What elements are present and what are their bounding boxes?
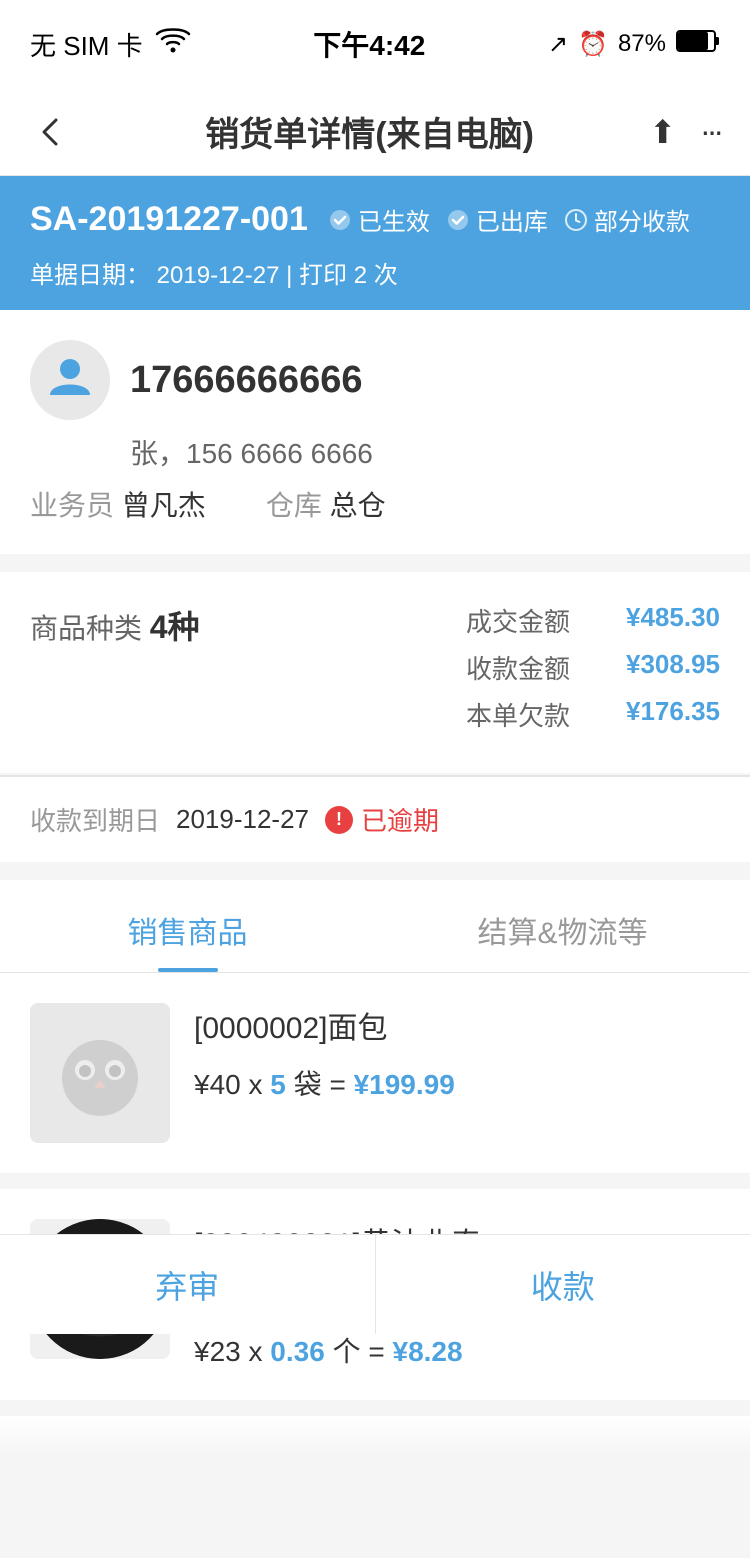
category-count: 4种 bbox=[150, 609, 200, 645]
summary-left: 商品种类 4种 bbox=[30, 602, 200, 648]
bottom-bar: 弃审 收款 bbox=[0, 1234, 750, 1334]
status-partial-payment: 部分收款 bbox=[564, 202, 690, 237]
debt-amount-row: 本单欠款 ¥176.35 bbox=[466, 696, 720, 733]
product-qty-2: 0.36 bbox=[270, 1336, 325, 1367]
product-item-partial bbox=[0, 1416, 750, 1456]
product-info-1: [0000002]面包 ¥40 x 5 袋 = ¥199.99 bbox=[194, 1003, 720, 1103]
status-bar-left: 无 SIM 卡 bbox=[30, 26, 191, 63]
back-button[interactable] bbox=[30, 112, 90, 152]
product-price-1: ¥40 x 5 袋 = ¥199.99 bbox=[194, 1063, 720, 1103]
customer-detail-row: 业务员 曾凡杰 仓库 总仓 bbox=[30, 484, 720, 524]
divider bbox=[0, 556, 750, 572]
time-display: 下午4:42 bbox=[313, 24, 425, 64]
status-effective: 已生效 bbox=[328, 202, 430, 237]
nav-bar: 销货单详情(来自电脑) ⬆ ··· bbox=[0, 88, 750, 176]
nav-actions: ⬆ ··· bbox=[649, 113, 720, 151]
status-bar-right: ↗ ⏰ 87% bbox=[548, 30, 720, 59]
section-divider bbox=[0, 864, 750, 880]
svg-text:羊+: 羊+ bbox=[92, 1098, 108, 1111]
products-list: 羊+ [0000002]面包 ¥40 x 5 袋 = ¥199.99 bbox=[0, 973, 750, 1456]
page-title: 销货单详情(来自电脑) bbox=[205, 107, 534, 156]
receipt-amount: ¥308.95 bbox=[600, 649, 720, 686]
sim-status: 无 SIM 卡 bbox=[30, 26, 143, 63]
tab-settlement-logistics[interactable]: 结算&物流等 bbox=[375, 880, 750, 972]
share-icon[interactable]: ⬆ bbox=[649, 113, 676, 151]
order-number: SA-20191227-001 bbox=[30, 200, 308, 239]
spacer-bottom bbox=[0, 1458, 750, 1558]
battery-icon bbox=[676, 30, 720, 59]
product-thumb-1: 羊+ bbox=[30, 1003, 170, 1143]
deal-amount: ¥485.30 bbox=[600, 602, 720, 639]
overdue-text: 已逾期 bbox=[361, 801, 439, 838]
status-tags: 已生效 已出库 部分收款 bbox=[328, 202, 690, 237]
customer-section: 17666666666 张，156 6666 6666 业务员 曾凡杰 仓库 总… bbox=[0, 310, 750, 554]
overdue-badge: ! 已逾期 bbox=[325, 801, 439, 838]
customer-id: 17666666666 bbox=[130, 359, 362, 402]
reject-button[interactable]: 弃审 bbox=[0, 1235, 376, 1334]
location-icon: ↗ bbox=[548, 30, 568, 59]
product-price-2: ¥23 x 0.36 个 = ¥8.28 bbox=[194, 1330, 720, 1370]
order-header: SA-20191227-001 已生效 已出库 部分收款 单据日期： 2019-… bbox=[0, 176, 750, 310]
summary-section: 商品种类 4种 成交金额 ¥485.30 收款金额 ¥308.95 本单欠款 ¥… bbox=[0, 572, 750, 773]
battery-level: 87% bbox=[618, 30, 666, 58]
debt-amount: ¥176.35 bbox=[600, 696, 720, 733]
summary-right: 成交金额 ¥485.30 收款金额 ¥308.95 本单欠款 ¥176.35 bbox=[466, 602, 720, 743]
staff-info: 业务员 曾凡杰 bbox=[30, 484, 206, 524]
avatar bbox=[30, 340, 110, 420]
due-section: 收款到期日 2019-12-27 ! 已逾期 bbox=[0, 777, 750, 862]
product-qty-1: 5 bbox=[270, 1069, 286, 1100]
status-bar: 无 SIM 卡 下午4:42 ↗ ⏰ 87% bbox=[0, 0, 750, 88]
wifi-icon bbox=[155, 27, 191, 62]
product-total-2: ¥8.28 bbox=[393, 1336, 463, 1367]
tab-sales-products[interactable]: 销售商品 bbox=[0, 880, 375, 972]
deal-amount-row: 成交金额 ¥485.30 bbox=[466, 602, 720, 639]
more-icon[interactable]: ··· bbox=[700, 113, 720, 150]
person-icon bbox=[46, 351, 94, 410]
warehouse-name: 总仓 bbox=[330, 490, 386, 521]
customer-sub-info: 张，156 6666 6666 bbox=[130, 432, 720, 472]
alarm-icon: ⏰ bbox=[578, 30, 608, 59]
status-shipped: 已出库 bbox=[446, 202, 548, 237]
collect-button[interactable]: 收款 bbox=[376, 1235, 750, 1334]
staff-name: 曾凡杰 bbox=[122, 490, 206, 521]
product-name-1: [0000002]面包 bbox=[194, 1003, 720, 1047]
tabs: 销售商品 结算&物流等 bbox=[0, 880, 750, 973]
product-item-1: 羊+ [0000002]面包 ¥40 x 5 袋 = ¥199.99 bbox=[0, 973, 750, 1173]
overdue-icon: ! bbox=[325, 806, 353, 834]
customer-row: 17666666666 bbox=[30, 340, 720, 420]
receipt-amount-row: 收款金额 ¥308.95 bbox=[466, 649, 720, 686]
product-total-1: ¥199.99 bbox=[354, 1069, 455, 1100]
warehouse-info: 仓库 总仓 bbox=[266, 484, 386, 524]
order-meta: 单据日期： 2019-12-27 | 打印 2 次 bbox=[30, 255, 720, 290]
